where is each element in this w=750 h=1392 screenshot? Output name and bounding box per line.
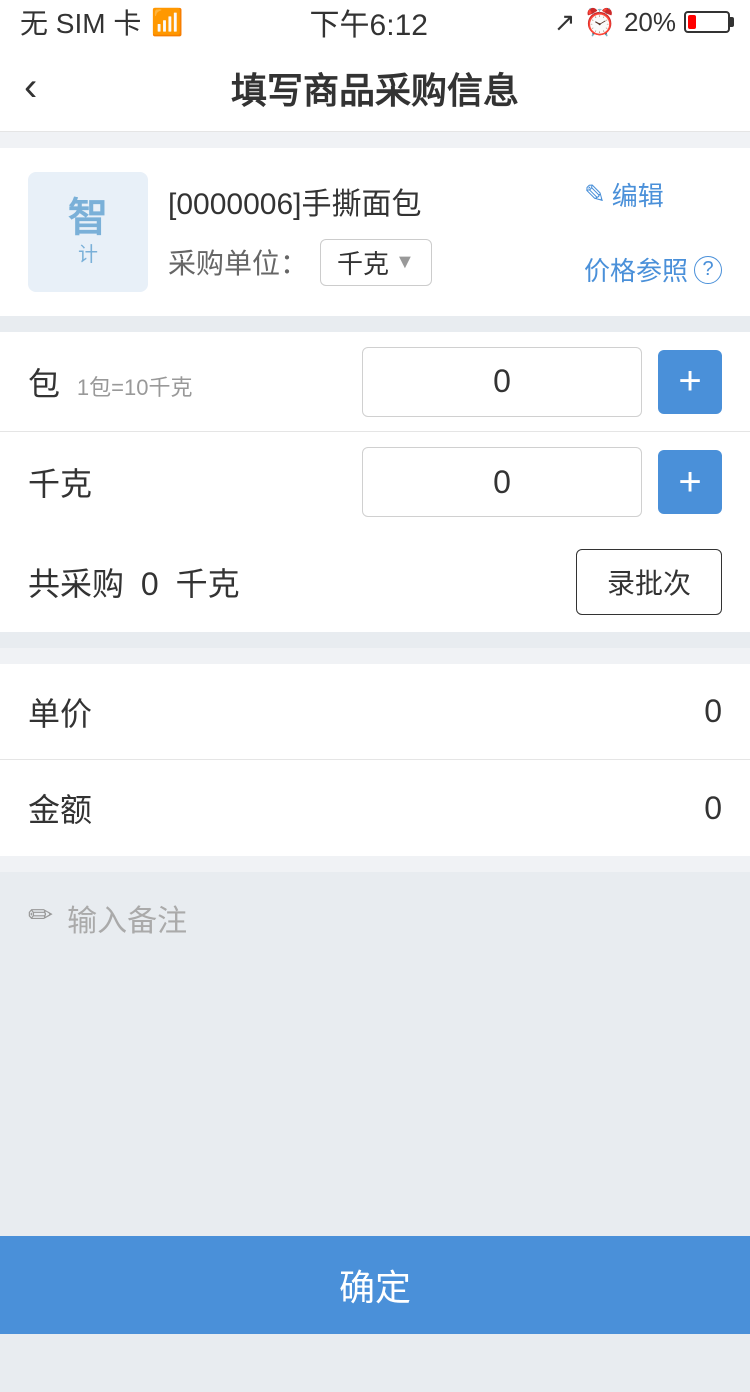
- back-button[interactable]: ‹: [24, 65, 37, 110]
- price-section: 单价 0 金额 0: [0, 664, 750, 856]
- quantity-section: 包 1包=10千克 0 + 千克 0 +: [0, 332, 750, 532]
- amount-label: 金额: [28, 785, 92, 831]
- product-name: [0000006]手撕面包: [168, 179, 564, 223]
- status-bar: 无 SIM 卡 📶 下午6:12 ↗ ⏰ 20%: [0, 0, 750, 44]
- package-input-row: 包 1包=10千克 0 +: [0, 332, 750, 432]
- product-thumbnail: 智 计: [28, 172, 148, 292]
- nav-bar: ‹ 填写商品采购信息: [0, 44, 750, 132]
- page-title: 填写商品采购信息: [231, 62, 519, 114]
- unit-label: 采购单位：: [168, 242, 308, 282]
- alarm-icon: ⏰: [584, 7, 616, 38]
- package-plus-button[interactable]: +: [658, 350, 722, 414]
- notes-section[interactable]: ✏ 输入备注: [0, 872, 750, 992]
- kg-input[interactable]: 0: [362, 447, 642, 517]
- carrier-label: 无 SIM 卡: [20, 2, 141, 42]
- chevron-down-icon: ▼: [395, 251, 415, 274]
- summary-text: 共采购 0 千克: [28, 559, 240, 605]
- package-input[interactable]: 0: [362, 347, 642, 417]
- product-logo: 智 计: [68, 198, 108, 267]
- battery-indicator: [684, 11, 730, 33]
- unit-price-value: 0: [704, 693, 722, 730]
- wifi-icon: 📶: [151, 7, 183, 38]
- record-batch-button[interactable]: 录批次: [576, 549, 722, 615]
- battery-fill: [688, 15, 696, 29]
- unit-value: 千克: [337, 244, 389, 281]
- edit-icon: ✎: [584, 179, 606, 210]
- confirm-button[interactable]: 确定: [0, 1236, 750, 1334]
- product-unit-row: 采购单位： 千克 ▼: [168, 239, 564, 286]
- pencil-icon: ✏: [28, 898, 53, 933]
- price-ref-button[interactable]: 价格参照 ?: [584, 251, 722, 288]
- product-card-right: ✎ 编辑 价格参照 ?: [584, 172, 722, 292]
- section-divider: [0, 316, 750, 332]
- kg-label: 千克: [28, 459, 168, 505]
- location-icon: ↗: [554, 7, 576, 38]
- notes-placeholder: 输入备注: [67, 896, 187, 940]
- package-input-wrap: 0 +: [192, 347, 722, 417]
- section-divider-2: [0, 632, 750, 648]
- price-ref-label: 价格参照: [584, 251, 688, 288]
- status-right: ↗ ⏰ 20%: [554, 7, 730, 38]
- kg-input-row: 千克 0 +: [0, 432, 750, 532]
- unit-price-row: 单价 0: [0, 664, 750, 760]
- amount-value: 0: [704, 790, 722, 827]
- kg-plus-button[interactable]: +: [658, 450, 722, 514]
- package-label: 包 1包=10千克: [28, 359, 192, 405]
- summary-row: 共采购 0 千克 录批次: [0, 532, 750, 632]
- status-time: 下午6:12: [310, 0, 428, 44]
- product-card: 智 计 [0000006]手撕面包 采购单位： 千克 ▼ ✎ 编辑 价格参照 ?: [0, 148, 750, 316]
- amount-row: 金额 0: [0, 760, 750, 856]
- help-icon: ?: [694, 256, 722, 284]
- battery-percent: 20%: [624, 7, 676, 38]
- unit-price-label: 单价: [28, 689, 92, 735]
- kg-input-wrap: 0 +: [168, 447, 722, 517]
- status-left: 无 SIM 卡 📶: [20, 2, 184, 42]
- product-info: [0000006]手撕面包 采购单位： 千克 ▼: [168, 179, 564, 286]
- edit-button[interactable]: ✎ 编辑: [584, 176, 664, 213]
- unit-select[interactable]: 千克 ▼: [320, 239, 432, 286]
